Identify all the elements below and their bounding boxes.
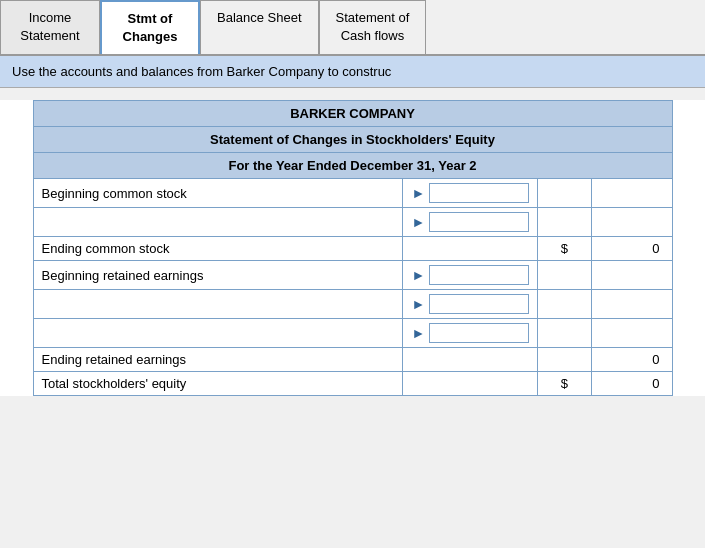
row-value bbox=[591, 290, 672, 319]
tab-cash-flows[interactable]: Statement ofCash flows bbox=[319, 0, 427, 54]
table-row: Total stockholders' equity $ 0 bbox=[33, 372, 672, 396]
table-row: ► bbox=[33, 208, 672, 237]
row-value bbox=[591, 208, 672, 237]
row-input-cell bbox=[403, 348, 538, 372]
row-label: Ending common stock bbox=[33, 237, 403, 261]
row-input-cell: ► bbox=[403, 290, 538, 319]
dollar-sign bbox=[537, 208, 591, 237]
table-row: ► bbox=[33, 290, 672, 319]
row-input-cell bbox=[403, 372, 538, 396]
input-field[interactable] bbox=[429, 183, 529, 203]
dollar-sign: $ bbox=[537, 237, 591, 261]
input-field[interactable] bbox=[429, 212, 529, 232]
dollar-sign bbox=[537, 179, 591, 208]
table-row: ► bbox=[33, 319, 672, 348]
input-field[interactable] bbox=[429, 323, 529, 343]
table-row: Beginning common stock ► bbox=[33, 179, 672, 208]
row-input-cell: ► bbox=[403, 319, 538, 348]
tab-cash-flows-label: Statement ofCash flows bbox=[336, 10, 410, 43]
instruction-text: Use the accounts and balances from Barke… bbox=[12, 64, 391, 79]
row-label bbox=[33, 319, 403, 348]
tab-income-statement[interactable]: IncomeStatement bbox=[0, 0, 100, 54]
arrow-icon: ► bbox=[411, 267, 425, 283]
arrow-icon: ► bbox=[411, 325, 425, 341]
company-name: BARKER COMPANY bbox=[33, 101, 672, 127]
row-value: 0 bbox=[591, 348, 672, 372]
arrow-icon: ► bbox=[411, 296, 425, 312]
statement-title: Statement of Changes in Stockholders' Eq… bbox=[33, 127, 672, 153]
arrow-icon: ► bbox=[411, 214, 425, 230]
tabs-container: IncomeStatement Stmt ofChanges Balance S… bbox=[0, 0, 705, 56]
table-row: Ending retained earnings 0 bbox=[33, 348, 672, 372]
instruction-bar: Use the accounts and balances from Barke… bbox=[0, 56, 705, 88]
row-label bbox=[33, 208, 403, 237]
row-value: 0 bbox=[591, 372, 672, 396]
tab-stmt-of-changes-label: Stmt ofChanges bbox=[123, 11, 178, 44]
row-label: Beginning common stock bbox=[33, 179, 403, 208]
row-label: Beginning retained earnings bbox=[33, 261, 403, 290]
dollar-sign bbox=[537, 319, 591, 348]
dollar-sign bbox=[537, 261, 591, 290]
row-input-cell bbox=[403, 237, 538, 261]
dollar-sign: $ bbox=[537, 372, 591, 396]
table-row: Beginning retained earnings ► bbox=[33, 261, 672, 290]
input-field[interactable] bbox=[429, 294, 529, 314]
tab-income-statement-label: IncomeStatement bbox=[20, 10, 79, 43]
row-input-cell: ► bbox=[403, 179, 538, 208]
tab-balance-sheet[interactable]: Balance Sheet bbox=[200, 0, 319, 54]
row-value bbox=[591, 179, 672, 208]
statement-period: For the Year Ended December 31, Year 2 bbox=[33, 153, 672, 179]
dollar-sign bbox=[537, 290, 591, 319]
row-input-cell: ► bbox=[403, 208, 538, 237]
row-value: 0 bbox=[591, 237, 672, 261]
table-row: Ending common stock $ 0 bbox=[33, 237, 672, 261]
financial-table: BARKER COMPANY Statement of Changes in S… bbox=[33, 100, 673, 396]
tab-stmt-of-changes[interactable]: Stmt ofChanges bbox=[100, 0, 200, 54]
tab-balance-sheet-label: Balance Sheet bbox=[217, 10, 302, 25]
content-area: BARKER COMPANY Statement of Changes in S… bbox=[0, 100, 705, 396]
row-label bbox=[33, 290, 403, 319]
row-value bbox=[591, 261, 672, 290]
dollar-sign bbox=[537, 348, 591, 372]
input-field[interactable] bbox=[429, 265, 529, 285]
row-value bbox=[591, 319, 672, 348]
row-label: Total stockholders' equity bbox=[33, 372, 403, 396]
row-label: Ending retained earnings bbox=[33, 348, 403, 372]
row-input-cell: ► bbox=[403, 261, 538, 290]
arrow-icon: ► bbox=[411, 185, 425, 201]
